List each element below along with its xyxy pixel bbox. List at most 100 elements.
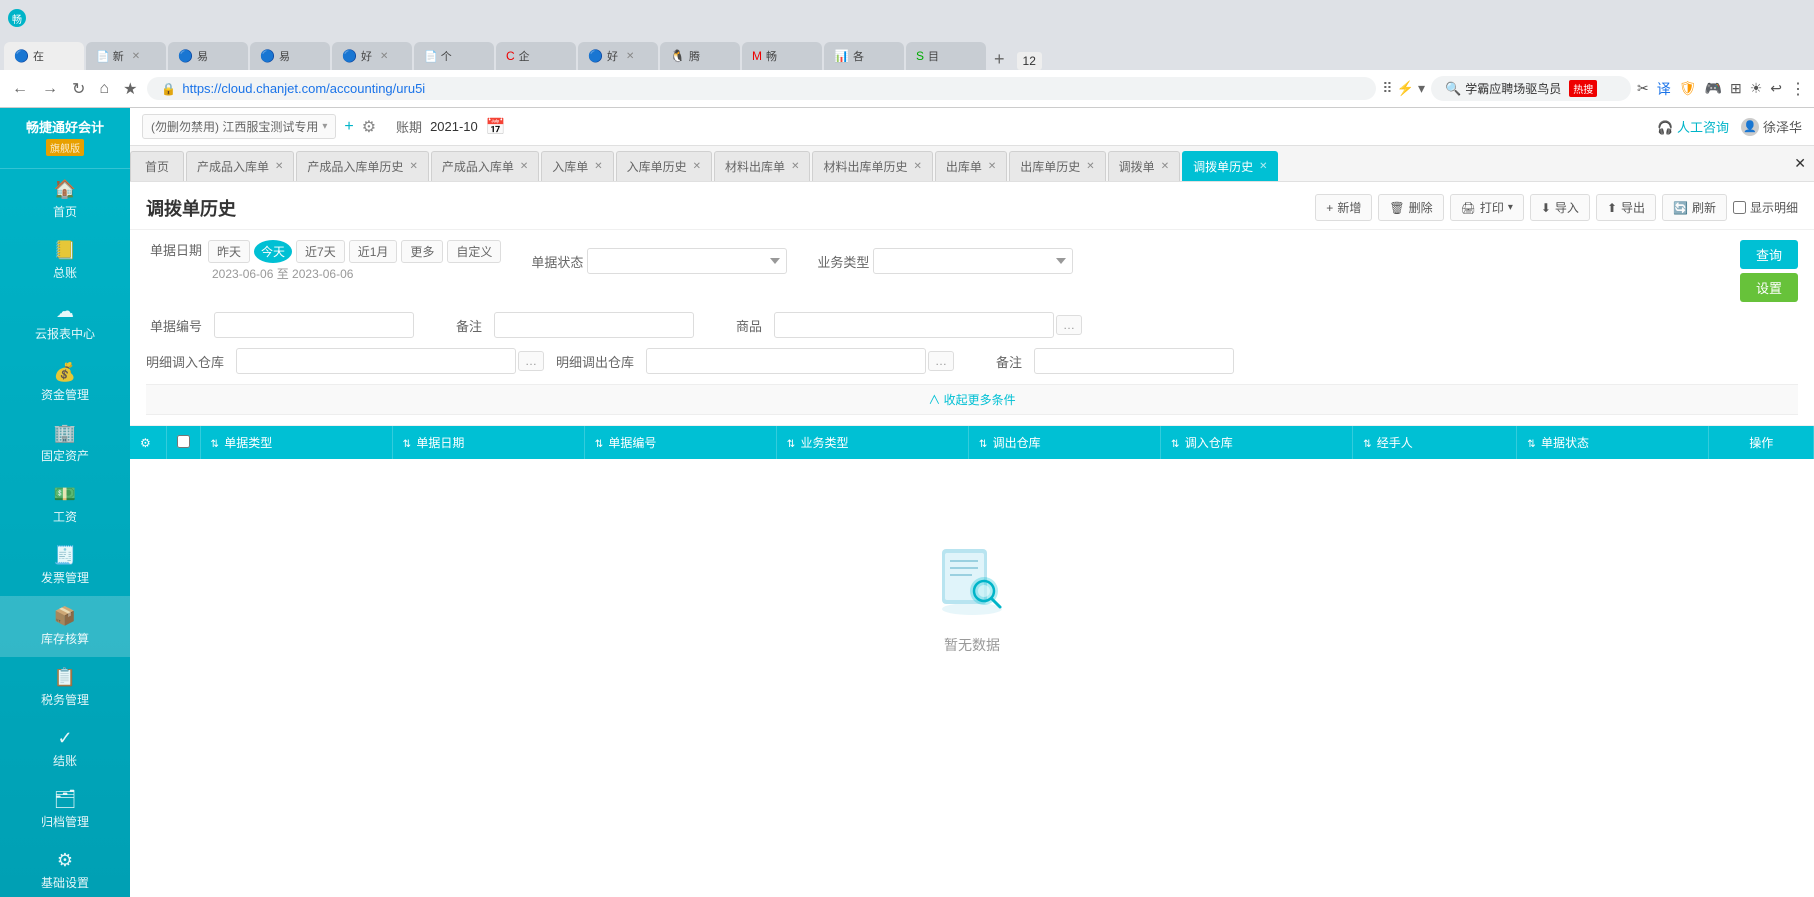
page-tab-1[interactable]: 产成品入库单 ✕ [186, 151, 294, 181]
sidebar-item-invoice[interactable]: 🧾 发票管理 [0, 535, 130, 596]
browser-tab-1[interactable]: 📄 新✕ [86, 42, 166, 70]
page-tab-5[interactable]: 入库单历史 ✕ [616, 151, 712, 181]
tab-5-close[interactable]: ✕ [693, 161, 701, 172]
page-tab-2[interactable]: 产成品入库单历史 ✕ [296, 151, 428, 181]
browser-tab-5[interactable]: 📄 个 [414, 42, 494, 70]
calendar-icon[interactable]: 📅 [486, 117, 506, 137]
sidebar-item-fund[interactable]: 💰 资金管理 [0, 352, 130, 413]
detail-out-input[interactable] [646, 348, 926, 374]
business-type-select[interactable] [873, 248, 1073, 274]
bookmark-button[interactable]: ★ [119, 77, 141, 101]
sidebar-item-tax[interactable]: 📋 税务管理 [0, 657, 130, 718]
refresh-button[interactable]: ↻ [68, 77, 89, 101]
tab-3-close[interactable]: ✕ [520, 161, 528, 172]
th-doc-date[interactable]: ⇅ 单据日期 [392, 426, 584, 459]
show-cols-checkbox[interactable] [1733, 201, 1746, 214]
th-doc-number[interactable]: ⇅ 单据编号 [584, 426, 776, 459]
sidebar-item-salary[interactable]: 💵 工资 [0, 474, 130, 535]
forward-button[interactable]: → [38, 78, 62, 100]
sidebar-item-basic-settings[interactable]: ⚙ 基础设置 [0, 840, 130, 897]
date-btn-more[interactable]: 更多 [401, 240, 443, 263]
th-checkbox[interactable] [166, 426, 200, 459]
query-button[interactable]: 查询 [1740, 240, 1798, 269]
company-selector[interactable]: (勿删勿禁用) 江西服宝测试专用 ▾ [142, 114, 336, 139]
browser-tab-4[interactable]: 🔵好✕ [332, 42, 412, 70]
browser-tab-2[interactable]: 🔵易 [168, 42, 248, 70]
export-button[interactable]: ⬆ 导出 [1596, 194, 1656, 221]
date-btn-yesterday[interactable]: 昨天 [208, 240, 250, 263]
sidebar-item-closing[interactable]: ✓ 结账 [0, 718, 130, 779]
browser-tab-11[interactable]: S目 [906, 42, 986, 70]
show-cols-button[interactable]: 显示明细 [1733, 199, 1798, 216]
date-btn-custom[interactable]: 自定义 [447, 240, 501, 263]
page-tab-3[interactable]: 产成品入库单 ✕ [431, 151, 539, 181]
tab-8-close[interactable]: ✕ [988, 161, 996, 172]
th-out-warehouse[interactable]: ⇅ 调出仓库 [968, 426, 1160, 459]
close-all-tabs-icon[interactable]: ✕ [1786, 155, 1814, 172]
settings-icon-btn[interactable]: ⚙ [362, 117, 376, 137]
home-button[interactable]: ⌂ [95, 78, 113, 100]
sidebar-item-archive[interactable]: 🗂 归档管理 [0, 779, 130, 840]
detail-in-input[interactable] [236, 348, 516, 374]
browser-tab-6[interactable]: C企 [496, 42, 576, 70]
remark-input[interactable] [494, 312, 694, 338]
tab-2-close[interactable]: ✕ [409, 161, 417, 172]
import-button[interactable]: ⬇ 导入 [1530, 194, 1590, 221]
print-button[interactable]: 🖨 打印 ▾ [1450, 194, 1524, 221]
th-doc-type[interactable]: ⇅ 单据类型 [200, 426, 392, 459]
add-company-button[interactable]: + [344, 118, 353, 136]
select-all-checkbox[interactable] [177, 435, 190, 448]
th-business-type[interactable]: ⇅ 业务类型 [776, 426, 968, 459]
page-tab-6[interactable]: 材料出库单 ✕ [714, 151, 810, 181]
remark2-input[interactable] [1034, 348, 1234, 374]
product-ellipsis-btn[interactable]: … [1056, 315, 1082, 335]
settings-button[interactable]: 设置 [1740, 273, 1798, 302]
doc-number-input[interactable] [214, 312, 414, 338]
th-settings[interactable]: ⚙ [130, 426, 166, 459]
sidebar-item-inventory[interactable]: 📦 库存核算 [0, 596, 130, 657]
page-tab-11[interactable]: 调拨单历史 ✕ [1182, 151, 1278, 181]
add-button[interactable]: + 新增 [1315, 194, 1372, 221]
date-btn-today[interactable]: 今天 [254, 240, 292, 263]
sidebar-item-cloud-reports[interactable]: ☁ 云报表中心 [0, 291, 130, 352]
th-handler[interactable]: ⇅ 经手人 [1353, 426, 1517, 459]
browser-tab-10[interactable]: 📊各 [824, 42, 904, 70]
browser-tab-8[interactable]: 🐧腾 [660, 42, 740, 70]
delete-button[interactable]: 🗑 删除 [1378, 194, 1443, 221]
tab-9-close[interactable]: ✕ [1086, 161, 1094, 172]
detail-in-ellipsis[interactable]: … [518, 351, 544, 371]
browser-tab-7[interactable]: 🔵好✕ [578, 42, 658, 70]
page-tab-home[interactable]: 首页 [130, 151, 184, 181]
browser-tab-0[interactable]: 🔵在 [4, 42, 84, 70]
url-bar[interactable]: 🔒 https://cloud.chanjet.com/accounting/u… [147, 77, 1376, 100]
customer-service-btn[interactable]: 🎧 人工咨询 [1657, 117, 1729, 136]
new-tab-button[interactable]: + [988, 49, 1011, 70]
th-in-warehouse[interactable]: ⇅ 调入仓库 [1160, 426, 1352, 459]
browser-tab-9[interactable]: M畅 [742, 42, 822, 70]
page-tab-10[interactable]: 调拨单 ✕ [1108, 151, 1180, 181]
browser-search[interactable]: 🔍 学霸应聘场驱鸟员 热搜 [1431, 76, 1631, 101]
refresh-button[interactable]: 🔄 刷新 [1662, 194, 1727, 221]
back-button[interactable]: ← [8, 78, 32, 100]
product-input[interactable] [774, 312, 1054, 338]
tab-1-close[interactable]: ✕ [275, 161, 283, 172]
collapse-bar[interactable]: ∧ 收起更多条件 [146, 384, 1798, 415]
sidebar-item-assets[interactable]: 🏢 固定资产 [0, 413, 130, 474]
page-tab-8[interactable]: 出库单 ✕ [935, 151, 1007, 181]
sidebar-item-ledger[interactable]: 📒 总账 [0, 230, 130, 291]
tab-11-close[interactable]: ✕ [1259, 161, 1267, 172]
tab-4-close[interactable]: ✕ [594, 161, 602, 172]
tab-10-close[interactable]: ✕ [1161, 161, 1169, 172]
status-filter-select[interactable] [587, 248, 787, 274]
tab-7-close[interactable]: ✕ [913, 161, 921, 172]
date-btn-7days[interactable]: 近7天 [296, 240, 345, 263]
detail-out-ellipsis[interactable]: … [928, 351, 954, 371]
th-doc-status[interactable]: ⇅ 单据状态 [1517, 426, 1709, 459]
browser-tab-3[interactable]: 🔵易 [250, 42, 330, 70]
page-tab-9[interactable]: 出库单历史 ✕ [1009, 151, 1105, 181]
date-btn-1month[interactable]: 近1月 [349, 240, 398, 263]
user-menu[interactable]: 👤 徐泽华 [1741, 117, 1802, 136]
page-tab-4[interactable]: 入库单 ✕ [541, 151, 613, 181]
page-tab-7[interactable]: 材料出库单历史 ✕ [812, 151, 932, 181]
menu-icon[interactable]: ⋮ [1790, 79, 1806, 99]
